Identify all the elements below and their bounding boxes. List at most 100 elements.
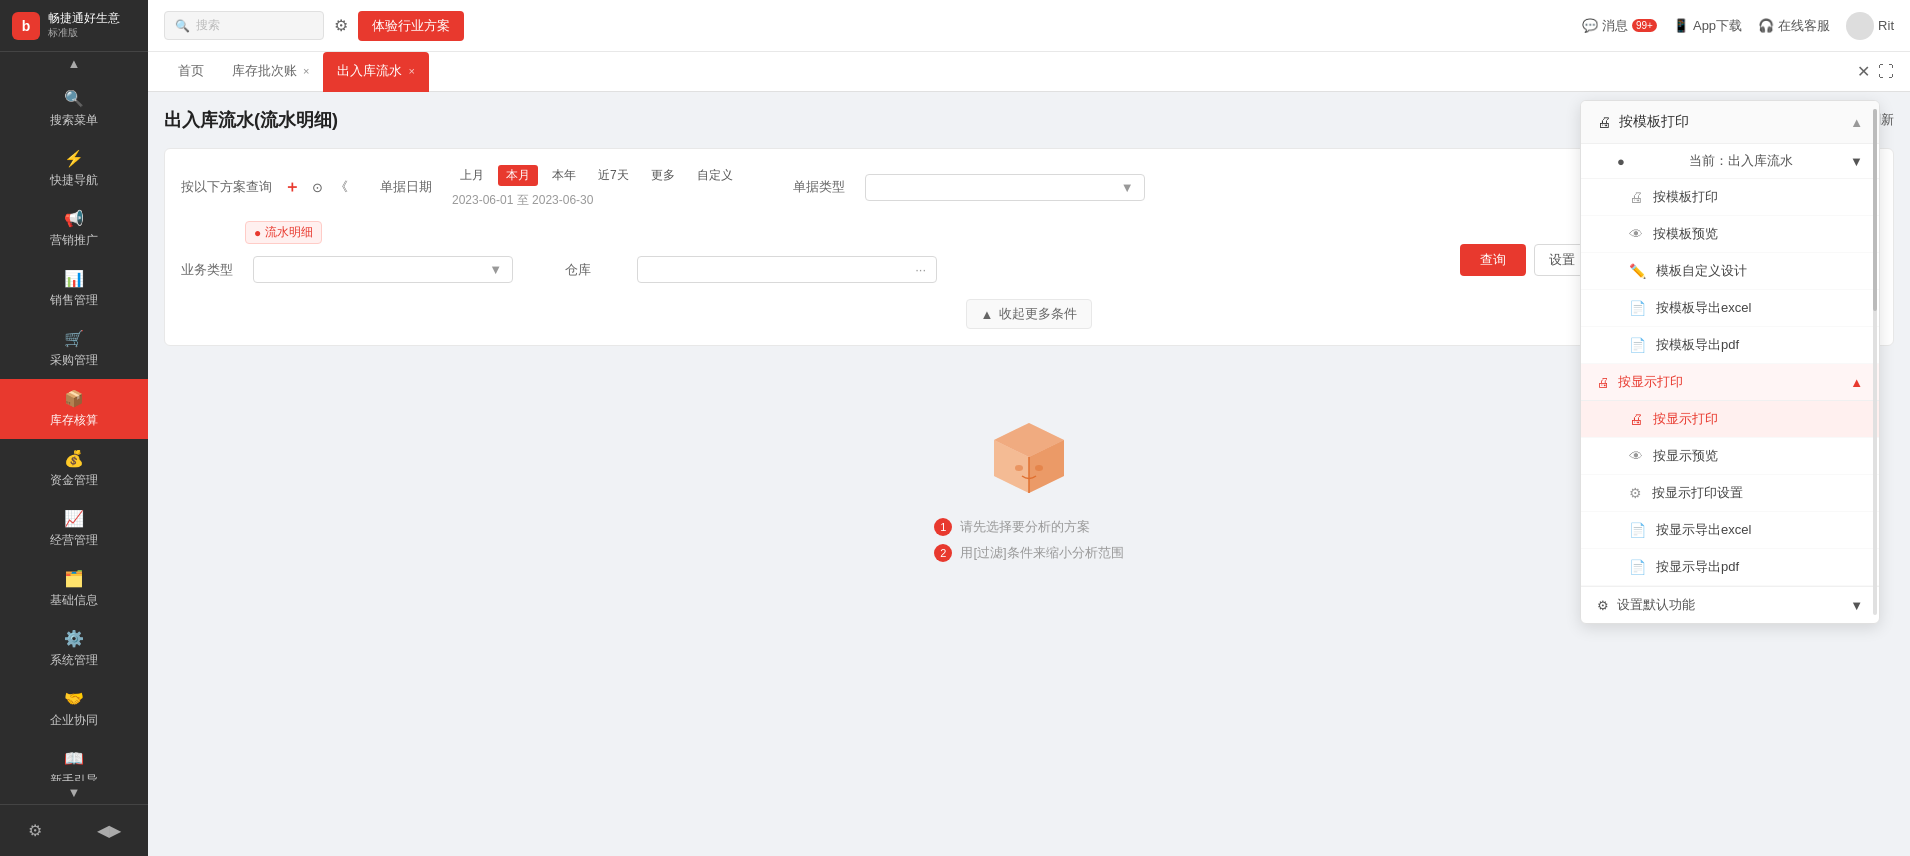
sidebar-item-marketing[interactable]: 📢 营销推广 xyxy=(0,199,148,259)
sidebar-item-label: 库存核算 xyxy=(50,412,98,429)
date-tab-this-month[interactable]: 本月 xyxy=(498,165,538,186)
cooperation-icon: 🤝 xyxy=(64,689,84,708)
online-service-button[interactable]: 🎧 在线客服 xyxy=(1758,17,1830,35)
footer-settings-arrow: ▼ xyxy=(1850,598,1863,613)
dropdown-header-collapse-button[interactable]: ▲ xyxy=(1850,115,1863,130)
purchase-icon: 🛒 xyxy=(64,329,84,348)
app-download-button[interactable]: 📱 App下载 xyxy=(1673,17,1742,35)
footer-settings-icon: ⚙ xyxy=(1597,598,1609,613)
filter-add-button[interactable]: ＋ xyxy=(284,177,300,198)
user-profile-button[interactable]: Rit xyxy=(1846,12,1894,40)
date-tab-custom[interactable]: 自定义 xyxy=(689,165,741,186)
system-icon: ⚙️ xyxy=(64,629,84,648)
settings-icon[interactable]: ⚙ xyxy=(334,16,348,35)
filter-settings-button[interactable]: ⊙ xyxy=(312,180,323,195)
template-custom-label: 模板自定义设计 xyxy=(1656,262,1747,280)
message-label: 消息 xyxy=(1602,17,1628,35)
maximize-button[interactable]: ⛶ xyxy=(1878,63,1894,81)
sidebar-item-quick-nav[interactable]: ⚡ 快捷导航 xyxy=(0,139,148,199)
dropdown-footer-settings[interactable]: ⚙ 设置默认功能 ▼ xyxy=(1581,586,1879,623)
template-custom-icon: ✏️ xyxy=(1629,263,1646,279)
industry-solution-button[interactable]: 体验行业方案 xyxy=(358,11,464,41)
filter-section-label: 按以下方案查询 xyxy=(181,178,272,196)
tab-flow-label: 出入库流水 xyxy=(337,62,402,80)
date-tabs: 上月 本月 本年 近7天 更多 自定义 xyxy=(452,165,741,186)
dropdown-header[interactable]: 🖨 按模板打印 ▲ xyxy=(1581,101,1879,144)
message-badge: 99+ xyxy=(1632,19,1657,32)
sidebar-item-operations[interactable]: 📈 经营管理 xyxy=(0,499,148,559)
date-tab-more[interactable]: 更多 xyxy=(643,165,683,186)
dropdown-print-icon: 🖨 xyxy=(1597,114,1611,130)
message-button[interactable]: 💬 消息 99+ xyxy=(1582,17,1657,35)
svg-point-6 xyxy=(1015,465,1023,471)
close-tab-flow-button[interactable]: × xyxy=(408,65,414,77)
close-tab-batch-account-button[interactable]: × xyxy=(303,65,309,77)
document-type-select[interactable]: ▼ xyxy=(865,174,1145,201)
dropdown-item-template-excel[interactable]: 📄 按模板导出excel xyxy=(1581,290,1879,327)
display-print-icon: 🖨 xyxy=(1629,411,1643,427)
tab-batch-account[interactable]: 库存批次账 × xyxy=(218,52,323,92)
warehouse-select[interactable]: ··· xyxy=(637,256,937,283)
settings-bottom-button[interactable]: ⚙ xyxy=(22,815,48,846)
dropdown-item-display-print[interactable]: 🖨 按显示打印 xyxy=(1581,401,1879,438)
dropdown-item-template-preview[interactable]: 👁 按模板预览 xyxy=(1581,216,1879,253)
current-template-label: 当前：出入库流水 xyxy=(1689,152,1793,170)
collapse-sidebar-button[interactable]: ◀▶ xyxy=(91,815,127,846)
tab-home[interactable]: 首页 xyxy=(164,52,218,92)
online-service-label: 在线客服 xyxy=(1778,17,1830,35)
scroll-down-button[interactable]: ▼ xyxy=(0,781,148,804)
template-pdf-label: 按模板导出pdf xyxy=(1656,336,1739,354)
close-all-tabs-button[interactable]: ✕ xyxy=(1857,62,1870,81)
current-template-arrow-icon: ▼ xyxy=(1850,154,1863,169)
sidebar-item-label: 企业协同 xyxy=(50,712,98,729)
sidebar-item-basic[interactable]: 🗂️ 基础信息 xyxy=(0,559,148,619)
dropdown-item-display-pdf[interactable]: 📄 按显示导出pdf xyxy=(1581,549,1879,586)
date-tab-last-month[interactable]: 上月 xyxy=(452,165,492,186)
sidebar-item-cooperation[interactable]: 🤝 企业协同 xyxy=(0,679,148,739)
dropdown-item-display-settings[interactable]: ⚙ 按显示打印设置 xyxy=(1581,475,1879,512)
date-tab-this-year[interactable]: 本年 xyxy=(544,165,584,186)
page-title: 出入库流水(流水明细) xyxy=(164,108,338,132)
filter-tag-label: 流水明细 xyxy=(265,224,313,241)
template-excel-label: 按模板导出excel xyxy=(1656,299,1751,317)
sidebar-item-guide[interactable]: 📖 新手引导 xyxy=(0,739,148,781)
filter-collapse-button[interactable]: 《 xyxy=(335,178,348,196)
collapse-conditions-button[interactable]: ▲ 收起更多条件 xyxy=(966,299,1093,329)
sidebar-item-label: 基础信息 xyxy=(50,592,98,609)
dropdown-item-template-custom[interactable]: ✏️ 模板自定义设计 xyxy=(1581,253,1879,290)
sidebar-item-finance[interactable]: 💰 资金管理 xyxy=(0,439,148,499)
display-excel-label: 按显示导出excel xyxy=(1656,521,1751,539)
message-icon: 💬 xyxy=(1582,18,1598,33)
step-1-number: 1 xyxy=(934,518,952,536)
tabs-controls: ✕ ⛶ xyxy=(1857,62,1894,81)
business-type-arrow-icon: ▼ xyxy=(489,262,502,277)
topbar: 🔍 搜索 ⚙ 体验行业方案 💬 消息 99+ 📱 App下载 🎧 在线客服 xyxy=(148,0,1910,52)
dropdown-item-template-pdf[interactable]: 📄 按模板导出pdf xyxy=(1581,327,1879,364)
sidebar-item-search-menu[interactable]: 🔍 搜索菜单 xyxy=(0,79,148,139)
empty-illustration xyxy=(979,418,1079,498)
marketing-icon: 📢 xyxy=(64,209,84,228)
dropdown-current-template[interactable]: ● 当前：出入库流水 ▼ xyxy=(1581,144,1879,179)
date-tab-7days[interactable]: 近7天 xyxy=(590,165,637,186)
dropdown-item-template-print[interactable]: 🖨 按模板打印 xyxy=(1581,179,1879,216)
quick-nav-icon: ⚡ xyxy=(64,149,84,168)
sidebar-item-purchase[interactable]: 🛒 采购管理 xyxy=(0,319,148,379)
display-pdf-icon: 📄 xyxy=(1629,559,1646,575)
filter-tag-item[interactable]: ● 流水明细 xyxy=(245,221,322,244)
sidebar-item-inventory[interactable]: 📦 库存核算 xyxy=(0,379,148,439)
panel-scrollbar xyxy=(1873,109,1877,615)
sidebar-item-system[interactable]: ⚙️ 系统管理 xyxy=(0,619,148,679)
dropdown-item-display-preview[interactable]: 👁 按显示预览 xyxy=(1581,438,1879,475)
collapse-conditions-label: 收起更多条件 xyxy=(999,305,1077,323)
scroll-up-button[interactable]: ▲ xyxy=(0,52,148,75)
search-box[interactable]: 🔍 搜索 xyxy=(164,11,324,40)
display-print-section-header[interactable]: 🖨 按显示打印 ▲ xyxy=(1581,364,1879,401)
dropdown-item-display-excel[interactable]: 📄 按显示导出excel xyxy=(1581,512,1879,549)
empty-steps: 1 请先选择要分析的方案 2 用[过滤]条件来缩小分析范围 xyxy=(934,514,1123,566)
tab-flow[interactable]: 出入库流水 × xyxy=(323,52,428,92)
business-type-select[interactable]: ▼ xyxy=(253,256,513,283)
sidebar-item-label: 采购管理 xyxy=(50,352,98,369)
sidebar-item-sales[interactable]: 📊 销售管理 xyxy=(0,259,148,319)
tab-batch-account-label: 库存批次账 xyxy=(232,62,297,80)
query-button[interactable]: 查询 xyxy=(1460,244,1526,276)
